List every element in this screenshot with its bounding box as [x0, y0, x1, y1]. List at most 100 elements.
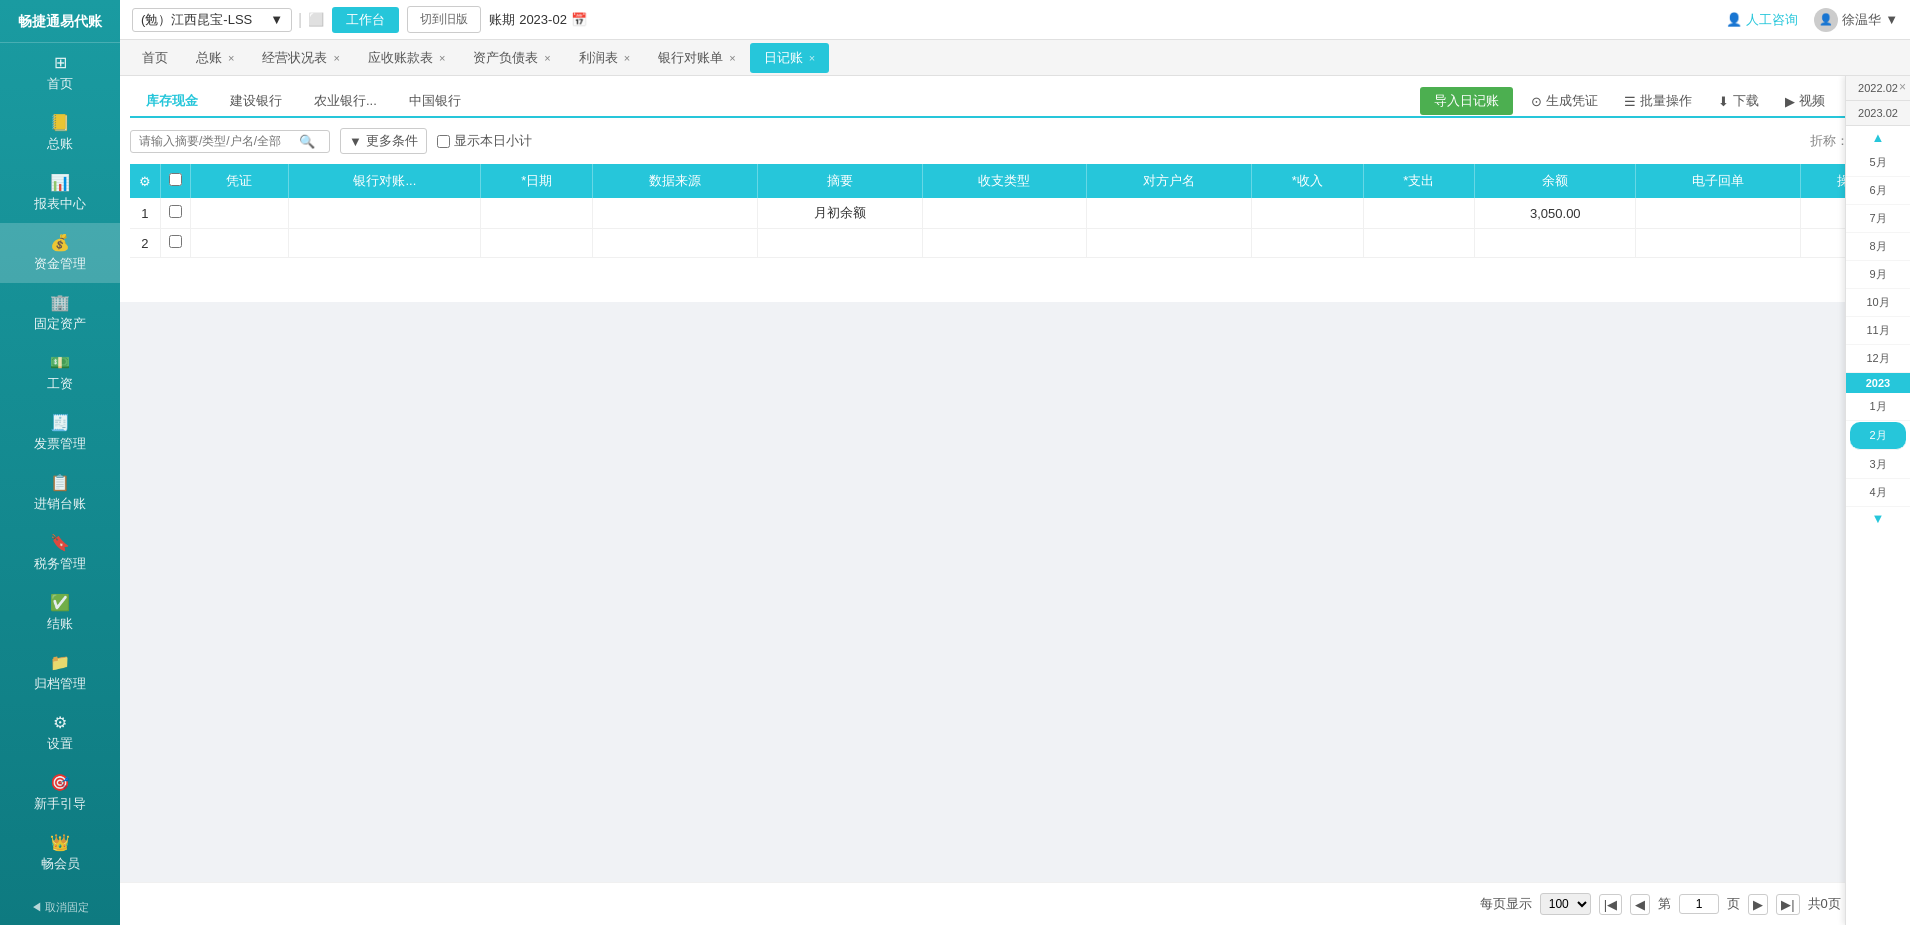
tab-status[interactable]: 经营状况表 × [248, 43, 353, 73]
date-month-12[interactable]: 12月 [1846, 345, 1910, 373]
period-label: 账期 [489, 11, 515, 29]
date-month-1[interactable]: 1月 [1846, 393, 1910, 421]
row-expense-2 [1363, 229, 1475, 258]
date-month-10[interactable]: 10月 [1846, 289, 1910, 317]
last-page-button[interactable]: ▶| [1776, 894, 1799, 915]
page-label-after: 页 [1727, 895, 1740, 913]
row-checkbox-2[interactable] [160, 229, 190, 258]
tab-receivable-close[interactable]: × [439, 52, 445, 64]
show-daily-checkbox[interactable] [437, 135, 450, 148]
filter-button[interactable]: ▼ 更多条件 [340, 128, 427, 154]
th-source: 数据来源 [593, 164, 758, 198]
sidebar-item-salary[interactable]: 💵 工资 [0, 343, 120, 403]
row-expense-1 [1363, 198, 1475, 229]
th-type: 收支类型 [922, 164, 1087, 198]
search-input[interactable] [139, 134, 299, 148]
tab-profit-close[interactable]: × [624, 52, 630, 64]
date-month-8[interactable]: 8月 [1846, 233, 1910, 261]
service-icon: 👤 [1726, 12, 1742, 27]
date-month-6[interactable]: 6月 [1846, 177, 1910, 205]
tab-ledger[interactable]: 总账 × [182, 43, 248, 73]
bank-tab-boc[interactable]: 中国银行 [393, 86, 477, 118]
search-box[interactable]: 🔍 [130, 130, 330, 153]
sidebar-item-guide[interactable]: 🎯 新手引导 [0, 763, 120, 823]
sidebar-collapse-btn[interactable]: ◀ 取消固定 [0, 890, 120, 925]
row-balance-2 [1475, 229, 1636, 258]
tab-home[interactable]: 首页 [128, 43, 182, 73]
first-page-button[interactable]: |◀ [1599, 894, 1622, 915]
voucher-icon: ⊙ [1531, 94, 1542, 109]
batch-op-button[interactable]: ☰ 批量操作 [1616, 88, 1700, 114]
gen-voucher-button[interactable]: ⊙ 生成凭证 [1523, 88, 1606, 114]
sidebar: 畅捷通易代账 ⊞ 首页 📒 总账 📊 报表中心 💰 资金管理 🏢 固定资产 💵 … [0, 0, 120, 925]
sidebar-item-assets[interactable]: 🏢 固定资产 [0, 283, 120, 343]
date-month-3[interactable]: 3月 [1846, 451, 1910, 479]
user-info[interactable]: 👤 徐温华 ▼ [1814, 8, 1898, 32]
tab-receivable[interactable]: 应收账款表 × [354, 43, 459, 73]
date-month-4[interactable]: 4月 [1846, 479, 1910, 507]
tab-profit[interactable]: 利润表 × [565, 43, 644, 73]
sidebar-item-finance[interactable]: 💰 资金管理 [0, 223, 120, 283]
bank-tab-cash[interactable]: 库存现金 [130, 86, 214, 118]
sidebar-item-ledger[interactable]: 📒 总账 [0, 103, 120, 163]
page-size-label: 每页显示 [1480, 895, 1532, 913]
th-expense: *支出 [1363, 164, 1475, 198]
tab-journal-close[interactable]: × [809, 52, 815, 64]
th-checkbox[interactable] [160, 164, 190, 198]
date-month-9[interactable]: 9月 [1846, 261, 1910, 289]
currency-label: 折称： [1810, 132, 1849, 150]
calendar-icon[interactable]: 📅 [571, 12, 587, 27]
tab-journal[interactable]: 日记账 × [750, 43, 829, 73]
page-size-select[interactable]: 100 [1540, 893, 1591, 915]
sidebar-item-settings[interactable]: ⚙ 设置 [0, 703, 120, 763]
th-settings[interactable]: ⚙ [130, 164, 160, 198]
bank-tab-abc[interactable]: 农业银行... [298, 86, 393, 118]
data-table: ⚙ 凭证 银行对账... *日期 数据来源 摘要 收支类型 对方户名 *收入 *… [130, 164, 1900, 258]
tab-assets-liab[interactable]: 资产负债表 × [459, 43, 564, 73]
table-header-row: ⚙ 凭证 银行对账... *日期 数据来源 摘要 收支类型 对方户名 *收入 *… [130, 164, 1900, 198]
tab-status-close[interactable]: × [333, 52, 339, 64]
bank-tab-ccb[interactable]: 建设银行 [214, 86, 298, 118]
sidebar-item-member[interactable]: 👑 畅会员 [0, 823, 120, 883]
sidebar-item-tax[interactable]: 🔖 税务管理 [0, 523, 120, 583]
tab-bank-rec-close[interactable]: × [729, 52, 735, 64]
row-checkbox-1[interactable] [160, 198, 190, 229]
tab-assets-liab-close[interactable]: × [544, 52, 550, 64]
service-button[interactable]: 👤 人工咨询 [1726, 11, 1798, 29]
workbench-button[interactable]: 工作台 [332, 7, 399, 33]
tab-ledger-close[interactable]: × [228, 52, 234, 64]
date-panel-close[interactable]: × [1899, 80, 1906, 94]
user-dropdown-icon: ▼ [1885, 12, 1898, 27]
date-month-2-active[interactable]: 2月 [1850, 422, 1906, 450]
date-panel-nav-down[interactable]: ▼ [1846, 507, 1910, 530]
copy-icon[interactable]: ⬜ [308, 12, 324, 27]
sidebar-item-home[interactable]: ⊞ 首页 [0, 43, 120, 103]
import-journal-button[interactable]: 导入日记账 [1420, 87, 1513, 115]
sidebar-item-invoice[interactable]: 🧾 发票管理 [0, 403, 120, 463]
tab-bank-rec[interactable]: 银行对账单 × [644, 43, 749, 73]
video-button[interactable]: ▶ 视频 [1777, 88, 1833, 114]
sidebar-item-sales[interactable]: 📋 进销台账 [0, 463, 120, 523]
row-select-2[interactable] [169, 235, 182, 248]
date-month-11[interactable]: 11月 [1846, 317, 1910, 345]
oldver-button[interactable]: 切到旧版 [407, 6, 481, 33]
select-all-checkbox[interactable] [169, 173, 182, 186]
prev-page-button[interactable]: ◀ [1630, 894, 1650, 915]
date-month-7[interactable]: 7月 [1846, 205, 1910, 233]
download-button[interactable]: ⬇ 下载 [1710, 88, 1767, 114]
show-daily-checkbox-label[interactable]: 显示本日小计 [437, 132, 532, 150]
row-select-1[interactable] [169, 205, 182, 218]
sidebar-item-settle[interactable]: ✅ 结账 [0, 583, 120, 643]
sidebar-item-archive[interactable]: 📁 归档管理 [0, 643, 120, 703]
current-page-input[interactable] [1679, 894, 1719, 914]
topbar: (勉）江西昆宝-LSS ▼ | ⬜ 工作台 切到旧版 账期 2023-02 📅 … [120, 0, 1910, 40]
company-selector[interactable]: (勉）江西昆宝-LSS ▼ [132, 8, 292, 32]
date-month-5[interactable]: 5月 [1846, 149, 1910, 177]
next-page-button[interactable]: ▶ [1748, 894, 1768, 915]
date-panel-nav-up[interactable]: ▲ [1846, 126, 1910, 149]
row-type-2 [922, 229, 1087, 258]
th-bank-rec: 银行对账... [289, 164, 481, 198]
sidebar-item-label: 结账 [47, 615, 73, 633]
row-bank-2 [289, 229, 481, 258]
sidebar-item-report[interactable]: 📊 报表中心 [0, 163, 120, 223]
